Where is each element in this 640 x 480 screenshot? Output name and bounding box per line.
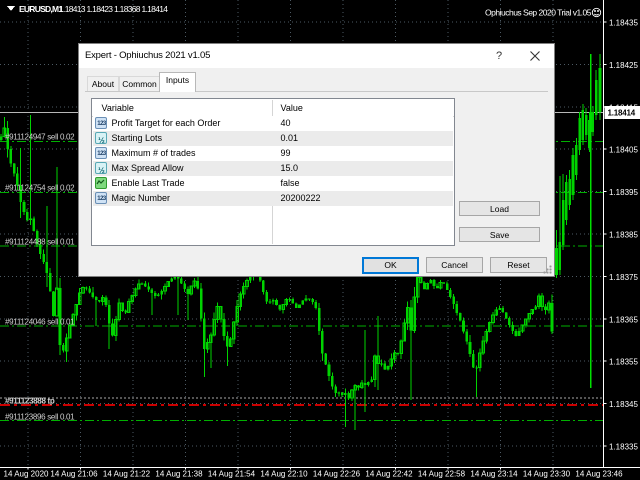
svg-text:14 Aug 22:26: 14 Aug 22:26	[313, 470, 361, 479]
svg-text:14 Aug 21:38: 14 Aug 21:38	[155, 470, 203, 479]
svg-text:1.18385: 1.18385	[609, 231, 638, 240]
svg-text:1.18365: 1.18365	[609, 315, 638, 324]
svg-text:#911124947 sell 0.02: #911124947 sell 0.02	[5, 133, 75, 142]
svg-text:1.18355: 1.18355	[609, 358, 638, 367]
svg-text:1.18435: 1.18435	[609, 19, 638, 28]
svg-text:1.18414: 1.18414	[608, 109, 636, 118]
svg-text:14 Aug 21:22: 14 Aug 21:22	[103, 470, 151, 479]
svg-text:Ophiuchus Sep 2020 Trial v1.05: Ophiuchus Sep 2020 Trial v1.05	[485, 8, 592, 18]
svg-text:#911124046 sell 0.01: #911124046 sell 0.01	[5, 318, 75, 327]
svg-text:1.18375: 1.18375	[609, 273, 638, 282]
svg-text:14 Aug 22:10: 14 Aug 22:10	[260, 470, 308, 479]
svg-text:#911124754 sell 0.02: #911124754 sell 0.02	[5, 184, 75, 193]
svg-text:EURUSD,M1: EURUSD,M1	[19, 4, 63, 14]
svg-text:14 Aug 2020: 14 Aug 2020	[4, 470, 49, 479]
svg-text:1.18335: 1.18335	[609, 443, 638, 452]
svg-text:#911123888 tp: #911123888 tp	[5, 397, 55, 406]
svg-text:1.18405: 1.18405	[609, 146, 638, 155]
svg-text:#911124488 sell 0.01: #911124488 sell 0.01	[5, 238, 75, 247]
svg-text:1.18425: 1.18425	[609, 61, 638, 70]
svg-text:14 Aug 22:58: 14 Aug 22:58	[418, 470, 466, 479]
svg-text:1.18413 1.18423 1.18368 1.1841: 1.18413 1.18423 1.18368 1.18414	[59, 4, 168, 14]
svg-text:14 Aug 21:54: 14 Aug 21:54	[208, 470, 256, 479]
svg-text:#911123896 sell 0.01: #911123896 sell 0.01	[5, 413, 75, 422]
svg-text:1.18395: 1.18395	[609, 188, 638, 197]
svg-text:14 Aug 22:42: 14 Aug 22:42	[365, 470, 413, 479]
svg-text:14 Aug 23:46: 14 Aug 23:46	[575, 470, 623, 479]
svg-text:1.18345: 1.18345	[609, 400, 638, 409]
svg-text:14 Aug 23:14: 14 Aug 23:14	[470, 470, 518, 479]
svg-text:14 Aug 23:30: 14 Aug 23:30	[523, 470, 571, 479]
svg-text:14 Aug 21:06: 14 Aug 21:06	[50, 470, 98, 479]
